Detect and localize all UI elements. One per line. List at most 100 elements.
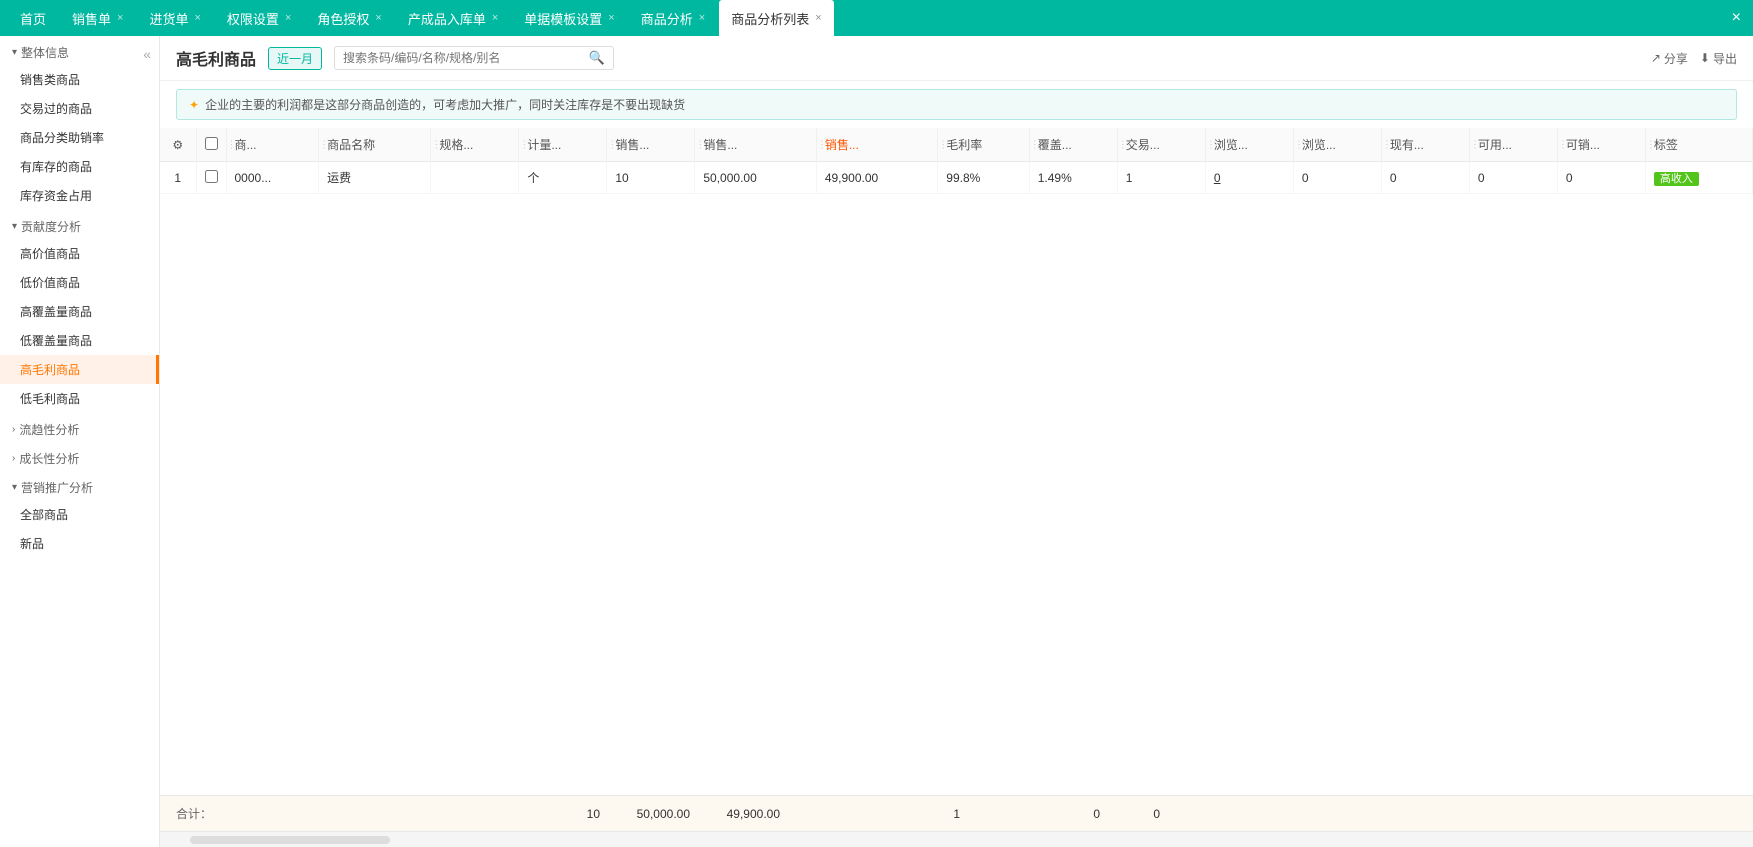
- info-banner-text: 企业的主要的利润都是这部分商品创造的，可考虑加大推广，同时关注库存是不要出现缺货: [205, 96, 685, 113]
- sidebar-group-trend[interactable]: › 流趋性分析: [0, 413, 159, 442]
- sidebar-group-growth-title: 成长性分析: [19, 450, 79, 467]
- col-header-num: ⚙: [160, 128, 196, 162]
- cell-saleable: 0: [1557, 162, 1645, 194]
- sidebar-item-high-value[interactable]: 高价值商品: [0, 239, 159, 268]
- select-all-checkbox[interactable]: [205, 137, 218, 150]
- cell-name: 运费: [319, 162, 431, 194]
- settings-icon[interactable]: ⚙: [172, 138, 183, 152]
- col-header-unit[interactable]: ⋮ 计量...: [519, 128, 607, 162]
- sidebar-group-overall[interactable]: ▾ 整体信息: [0, 36, 159, 65]
- cell-trade: 1: [1117, 162, 1205, 194]
- tab-template-close[interactable]: ×: [608, 12, 614, 24]
- cell-checkbox[interactable]: [196, 162, 226, 194]
- col-header-code[interactable]: ⋮ 商...: [226, 128, 319, 162]
- sidebar-group-trend-title: 流趋性分析: [19, 421, 79, 438]
- tab-template[interactable]: 单据模板设置 ×: [512, 0, 626, 36]
- sidebar-item-stock-capital[interactable]: 库存资金占用: [0, 181, 159, 210]
- footer-values: 10 50,000.00 49,900.00 1 0 0: [228, 807, 1737, 821]
- col-header-sales2[interactable]: ⋮ 销售...: [695, 128, 816, 162]
- footer-label: 合计：: [176, 805, 212, 822]
- sidebar-item-category-rate[interactable]: 商品分类助销率: [0, 123, 159, 152]
- tab-permission[interactable]: 权限设置 ×: [215, 0, 303, 36]
- sidebar-item-high-margin[interactable]: 高毛利商品: [0, 355, 159, 384]
- col-header-available[interactable]: ⋮ 可用...: [1469, 128, 1557, 162]
- tab-product-analysis-list[interactable]: 商品分析列表 ×: [719, 0, 833, 36]
- sidebar-item-in-stock[interactable]: 有库存的商品: [0, 152, 159, 181]
- cell-sales2: 50,000.00: [695, 162, 816, 194]
- info-icon: ✦: [189, 98, 199, 112]
- tab-product-analysis-close[interactable]: ×: [699, 12, 705, 24]
- col-header-stock[interactable]: ⋮ 现有...: [1381, 128, 1469, 162]
- sidebar-item-traded-goods[interactable]: 交易过的商品: [0, 94, 159, 123]
- col-header-sales3[interactable]: ⋮ 销售...: [816, 128, 937, 162]
- tab-sales-label: 销售单: [72, 9, 111, 28]
- col-header-coverage[interactable]: ⋮ 覆盖...: [1029, 128, 1117, 162]
- tab-product-analysis-label: 商品分析: [641, 9, 693, 28]
- tab-purchase[interactable]: 进货单 ×: [137, 0, 212, 36]
- share-icon: ↗: [1651, 51, 1661, 65]
- search-input[interactable]: [343, 51, 585, 65]
- export-button[interactable]: ⬇ 导出: [1700, 50, 1737, 67]
- tab-purchase-close[interactable]: ×: [194, 12, 200, 24]
- tab-role[interactable]: 角色授权 ×: [305, 0, 393, 36]
- window-close-button[interactable]: ×: [1732, 9, 1741, 27]
- tab-sales-close[interactable]: ×: [117, 12, 123, 24]
- sidebar-item-new-goods[interactable]: 新品: [0, 529, 159, 558]
- cell-sales1: 10: [607, 162, 695, 194]
- tab-product-inbound[interactable]: 产成品入库单 ×: [396, 0, 510, 36]
- cell-num: 1: [160, 162, 196, 194]
- table-header-row: ⚙ ⋮ 商... ⋮ 商品名称: [160, 128, 1753, 162]
- sidebar: « ▾ 整体信息 销售类商品 交易过的商品 商品分类助销率 有库存的商品 库存资…: [0, 36, 160, 847]
- footer-spacer1: [228, 807, 548, 821]
- sidebar-group-contribution[interactable]: ▾ 贡献度分析: [0, 210, 159, 239]
- col-header-tag[interactable]: ⋮ 标签: [1645, 128, 1752, 162]
- time-filter-button[interactable]: 近一月: [268, 47, 322, 70]
- sidebar-item-low-coverage[interactable]: 低覆盖量商品: [0, 326, 159, 355]
- sidebar-item-sales-goods[interactable]: 销售类商品: [0, 65, 159, 94]
- top-nav-bar: 首页 销售单 × 进货单 × 权限设置 × 角色授权 × 产成品入库单 × 单据…: [0, 0, 1753, 36]
- footer-sales1: 10: [548, 807, 608, 821]
- sidebar-group-marketing-arrow: ▾: [12, 482, 17, 493]
- col-header-trade[interactable]: ⋮ 交易...: [1117, 128, 1205, 162]
- sidebar-group-overall-title: 整体信息: [21, 44, 69, 61]
- content-area: 高毛利商品 近一月 🔍 ↗ 分享 ⬇ 导出 ✦ 企业的主要的利润都是这部分商品创…: [160, 36, 1753, 847]
- col-header-gross-rate[interactable]: ⋮ 毛利率: [938, 128, 1029, 162]
- sidebar-item-low-margin[interactable]: 低毛利商品: [0, 384, 159, 413]
- col-header-browse2[interactable]: ⋮ 浏览...: [1293, 128, 1381, 162]
- sidebar-item-low-value[interactable]: 低价值商品: [0, 268, 159, 297]
- sidebar-item-high-coverage[interactable]: 高覆盖量商品: [0, 297, 159, 326]
- horizontal-scrollbar[interactable]: [160, 831, 1753, 847]
- footer-spacer3: [968, 807, 1048, 821]
- sidebar-item-all-goods[interactable]: 全部商品: [0, 500, 159, 529]
- share-button[interactable]: ↗ 分享: [1651, 50, 1688, 67]
- footer-browse2: 0: [1048, 807, 1108, 821]
- tab-sales[interactable]: 销售单 ×: [60, 0, 135, 36]
- col-header-browse1[interactable]: ⋮ 浏览...: [1205, 128, 1293, 162]
- cell-gross-rate: 99.8%: [938, 162, 1029, 194]
- footer-sales3: 49,900.00: [698, 807, 788, 821]
- col-header-name[interactable]: ⋮ 商品名称: [319, 128, 431, 162]
- export-icon: ⬇: [1700, 51, 1710, 65]
- col-header-spec[interactable]: ⋮ 规格...: [431, 128, 519, 162]
- search-icon[interactable]: 🔍: [589, 50, 605, 66]
- sidebar-group-growth[interactable]: › 成长性分析: [0, 442, 159, 471]
- col-header-checkbox[interactable]: [196, 128, 226, 162]
- cell-spec: [431, 162, 519, 194]
- sidebar-collapse-button[interactable]: «: [143, 46, 151, 62]
- footer-trade: 1: [908, 807, 968, 821]
- tab-product-inbound-close[interactable]: ×: [492, 12, 498, 24]
- row-checkbox[interactable]: [205, 170, 218, 183]
- col-header-sales1[interactable]: ⋮ 销售...: [607, 128, 695, 162]
- tab-role-close[interactable]: ×: [375, 12, 381, 24]
- tab-home[interactable]: 首页: [8, 0, 58, 36]
- tab-product-analysis[interactable]: 商品分析 ×: [629, 0, 717, 36]
- sidebar-group-marketing[interactable]: ▾ 营销推广分析: [0, 471, 159, 500]
- col-header-saleable[interactable]: ⋮ 可销...: [1557, 128, 1645, 162]
- tab-product-analysis-list-close[interactable]: ×: [815, 12, 821, 24]
- tab-product-inbound-label: 产成品入库单: [408, 9, 486, 28]
- scrollbar-thumb[interactable]: [190, 836, 390, 844]
- tab-permission-close[interactable]: ×: [285, 12, 291, 24]
- cell-browse1[interactable]: 0: [1205, 162, 1293, 194]
- tab-home-label: 首页: [20, 9, 46, 28]
- header-actions: ↗ 分享 ⬇ 导出: [1651, 50, 1737, 67]
